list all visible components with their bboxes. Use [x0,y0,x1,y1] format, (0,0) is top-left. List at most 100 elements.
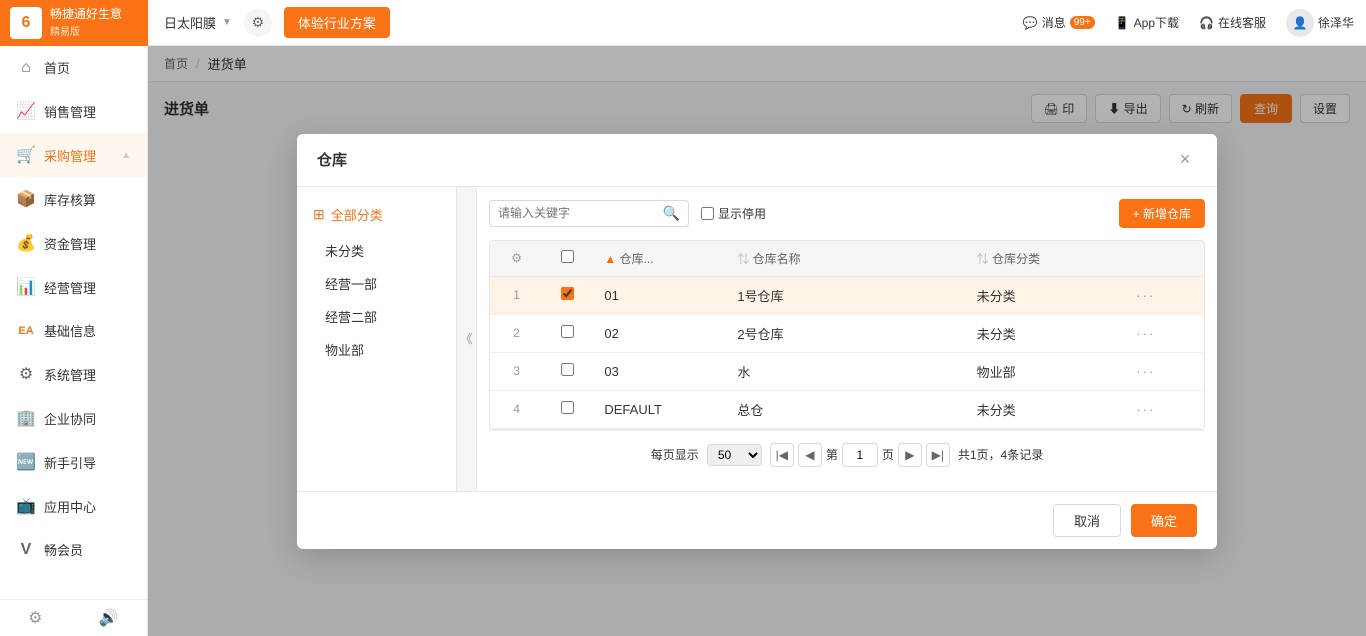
table-row[interactable]: 4 DEFAULT 总仓 未分类 ··· [490,390,1204,428]
col-gear[interactable]: ⚙ [490,241,543,277]
category-item-0[interactable]: 未分类 [297,234,456,267]
collapse-category-btn[interactable]: 《 [457,187,477,491]
username: 徐泽华 [1318,14,1354,31]
show-disabled-toggle[interactable]: 显示停用 [701,205,766,222]
row-code: 03 [592,352,725,390]
app-name: 畅捷通好生意 [50,7,122,23]
sidebar-item-enterprise[interactable]: 🏢 企业协同 [0,396,147,440]
modal-header: 仓库 × [297,134,1217,187]
modal-close-btn[interactable]: × [1173,148,1197,172]
row-action-dots[interactable]: ··· [1136,288,1155,303]
sales-icon: 📈 [16,101,36,121]
last-page-btn[interactable]: ▶| [926,443,950,467]
row-action[interactable]: ··· [1124,390,1204,428]
page-input[interactable] [842,443,878,467]
sidebar-label-system: 系统管理 [44,365,96,384]
data-table: ⚙ ▲ 仓库... [489,240,1205,430]
sort-icon: ▲ [604,252,616,266]
confirm-btn[interactable]: 确定 [1131,504,1197,537]
sidebar-item-finance[interactable]: 💰 资金管理 [0,221,147,265]
sidebar-item-system[interactable]: ⚙ 系统管理 [0,352,147,396]
row-action[interactable]: ··· [1124,276,1204,314]
app-sub: 精易版 [50,23,122,38]
col-code-header[interactable]: ▲ 仓库... [592,241,725,277]
show-disabled-checkbox[interactable] [701,207,714,220]
col-select-all[interactable] [543,241,592,277]
message-badge: 99+ [1070,16,1095,29]
user-menu[interactable]: 👤 徐泽华 [1286,9,1354,37]
add-warehouse-btn[interactable]: + 新增仓库 [1119,199,1205,228]
grid-icon: ⊞ [313,206,325,223]
service-btn[interactable]: 🎧 在线客服 [1199,14,1266,31]
row-category: 未分类 [965,390,1125,428]
first-page-btn[interactable]: |◀ [770,443,794,467]
sidebar-label-enterprise: 企业协同 [44,409,96,428]
apps-icon: 📺 [16,496,36,516]
per-page-label: 每页显示 [651,446,699,463]
sidebar-item-basic[interactable]: EA 基础信息 [0,309,147,352]
sidebar-label-finance: 资金管理 [44,234,96,253]
message-label: 消息 [1042,14,1066,31]
page-nav: |◀ ◀ 第 页 ▶ ▶| [770,443,950,467]
row-action-dots[interactable]: ··· [1136,402,1155,417]
cancel-btn[interactable]: 取消 [1053,504,1121,537]
row-checkbox[interactable] [561,401,574,414]
store-selector[interactable]: 日太阳膜 ▼ [164,13,232,32]
table-row[interactable]: 3 03 水 物业部 ··· [490,352,1204,390]
settings-button[interactable]: ⚙ [244,9,272,37]
warehouse-modal: 仓库 × ⊞ 全部分类 未分类 [297,134,1217,549]
table-row[interactable]: 2 02 2号仓库 未分类 ··· [490,314,1204,352]
settings-bottom-icon[interactable]: ⚙ [28,608,42,628]
next-page-btn[interactable]: ▶ [898,443,922,467]
row-category: 未分类 [965,314,1125,352]
message-btn[interactable]: 💬 消息 99+ [1023,14,1095,31]
search-icon[interactable]: 🔍 [663,205,680,222]
sidebar-item-inventory[interactable]: 📦 库存核算 [0,177,147,221]
app-download-btn[interactable]: 📱 App下载 [1115,14,1179,31]
row-checkbox-cell[interactable] [543,276,592,314]
content-area: 首页 / 进货单 进货单 🖨 印 ⬇ 导出 ↻ 刷新 查询 设置 [148,46,1366,636]
row-checkbox[interactable] [561,363,574,376]
sidebar-item-purchase[interactable]: 🛒 采购管理 ▲ [0,133,147,177]
category-item-2[interactable]: 经营二部 [297,300,456,333]
row-checkbox-cell[interactable] [543,314,592,352]
row-action[interactable]: ··· [1124,314,1204,352]
row-checkbox-cell[interactable] [543,390,592,428]
sidebar-item-home[interactable]: ⌂ 首页 [0,46,147,89]
row-action-dots[interactable]: ··· [1136,364,1155,379]
row-checkbox-cell[interactable] [543,352,592,390]
row-action[interactable]: ··· [1124,352,1204,390]
sidebar-label-guide: 新手引导 [44,453,96,472]
col-category-header[interactable]: ⇅ 仓库分类 [965,241,1125,277]
row-action-dots[interactable]: ··· [1136,326,1155,341]
modal-title: 仓库 [317,149,347,170]
category-item-3[interactable]: 物业部 [297,333,456,366]
system-icon: ⚙ [16,364,36,384]
operation-icon: 📊 [16,277,36,297]
per-page-select[interactable]: 50 20 100 [707,444,762,466]
col-cat-sort-icon: ⇅ [977,252,989,266]
sidebar-item-operation[interactable]: 📊 经营管理 [0,265,147,309]
app-download-label: App下载 [1134,14,1179,31]
trial-btn[interactable]: 体验行业方案 [284,7,390,38]
all-categories-btn[interactable]: ⊞ 全部分类 [297,199,456,230]
select-all-checkbox[interactable] [561,250,574,263]
volume-icon[interactable]: 🔊 [99,608,119,628]
purchase-icon: 🛒 [16,145,36,165]
row-checkbox[interactable] [561,325,574,338]
sidebar-item-member[interactable]: V 畅会员 [0,528,147,571]
chevron-down-icon: ▼ [222,17,232,28]
sidebar-item-guide[interactable]: 🆕 新手引导 [0,440,147,484]
prev-page-btn[interactable]: ◀ [798,443,822,467]
sidebar-item-sales[interactable]: 📈 销售管理 [0,89,147,133]
col-name-header[interactable]: ⇅ 仓库名称 [725,241,964,277]
col-code-label: 仓库... [620,252,654,266]
sidebar-item-apps[interactable]: 📺 应用中心 [0,484,147,528]
modal-body: ⊞ 全部分类 未分类 经营一部 经营二部 [297,187,1217,491]
total-info: 共1页，4条记录 [958,446,1043,463]
gear-header-icon[interactable]: ⚙ [511,251,522,265]
row-checkbox[interactable] [561,287,574,300]
search-input[interactable] [498,206,663,220]
table-row[interactable]: 1 01 1号仓库 未分类 ··· [490,276,1204,314]
category-item-1[interactable]: 经营一部 [297,267,456,300]
